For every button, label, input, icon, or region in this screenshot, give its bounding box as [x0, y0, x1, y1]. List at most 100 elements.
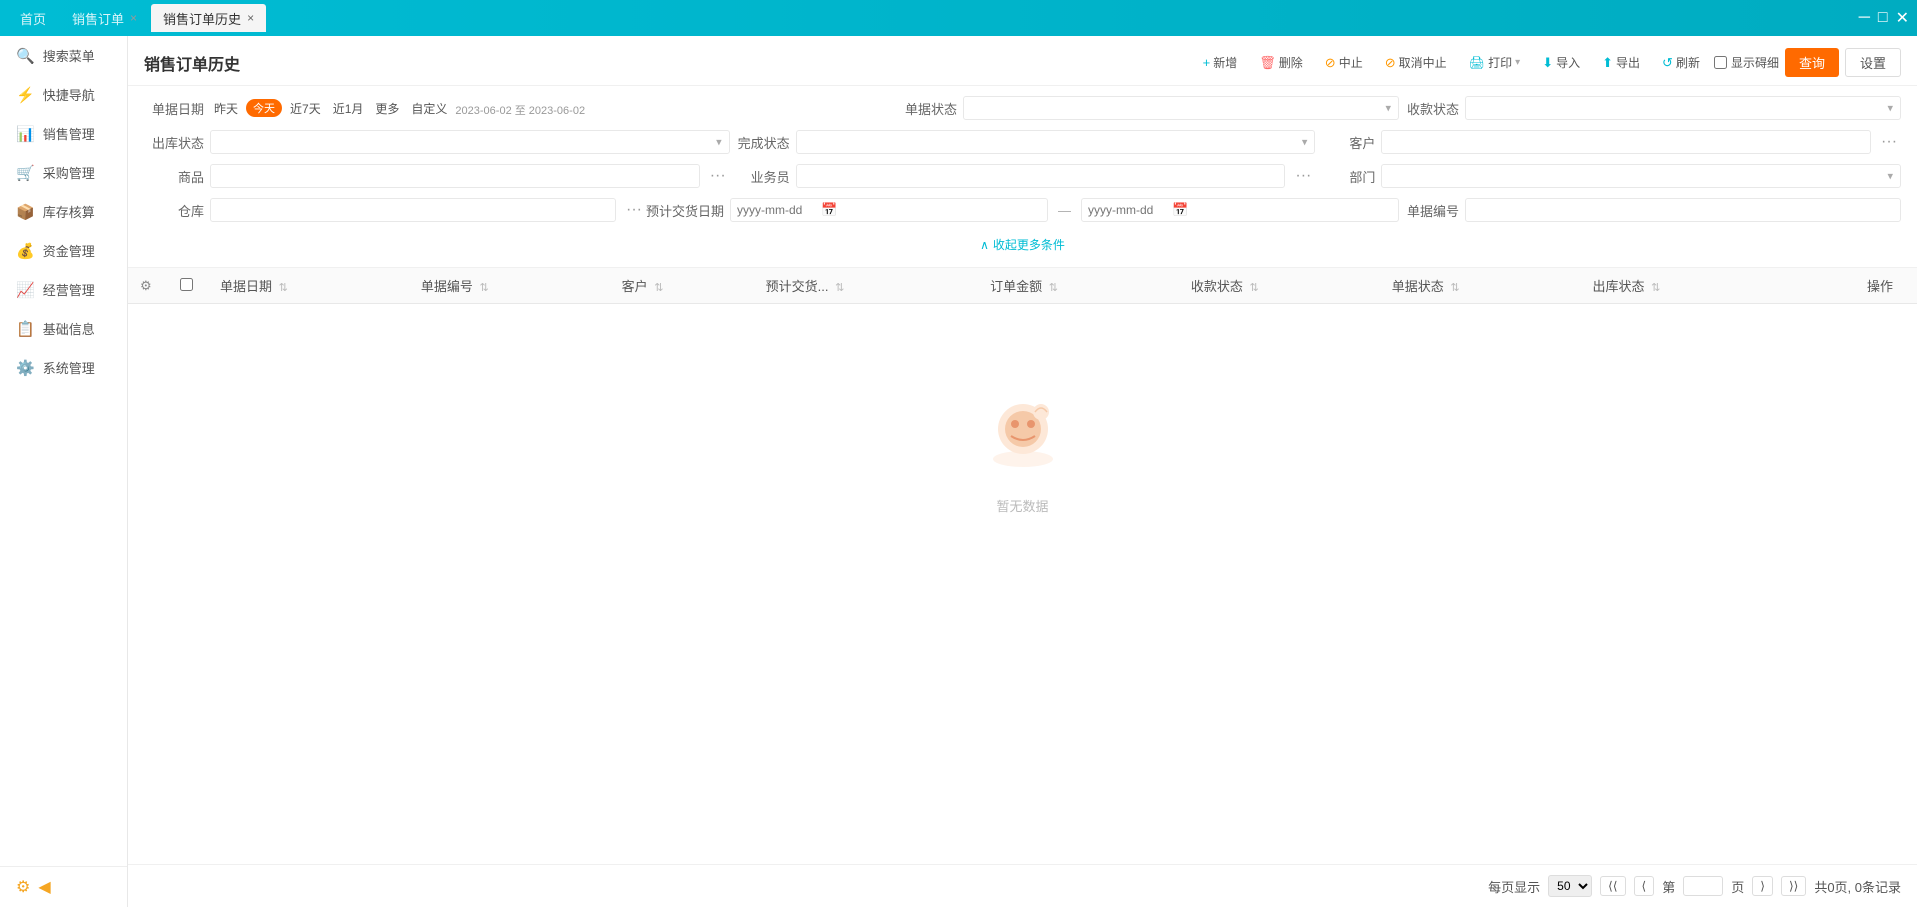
more-date-btn[interactable]: 更多	[371, 99, 403, 118]
display-columns-checkbox[interactable]	[1714, 56, 1727, 69]
tab-list: 首页 销售订单 × 销售订单历史 ×	[8, 4, 1859, 32]
page-label: 第	[1662, 877, 1675, 896]
sidebar-item-basic[interactable]: 📋 基础信息	[0, 309, 127, 348]
sidebar-item-sales[interactable]: 📊 销售管理	[0, 114, 127, 153]
table-area: ⚙ 单据日期 ⇅ 单据编号 ⇅	[128, 268, 1917, 864]
tab-sales-order-close[interactable]: ×	[130, 11, 137, 25]
goods-item: 商品 ···	[144, 164, 730, 188]
print-button[interactable]: 🖨 打印 ▾	[1461, 50, 1529, 75]
tab-sales-history[interactable]: 销售订单历史 ×	[151, 4, 266, 32]
tab-sales-history-close[interactable]: ×	[247, 11, 254, 25]
import-button[interactable]: ⬇ 导入	[1534, 50, 1588, 75]
delivery-date-label: 预计交货日期	[646, 201, 724, 220]
th-customer[interactable]: 客户 ⇅	[610, 268, 754, 304]
page-number-input[interactable]: 1	[1683, 876, 1723, 896]
sidebar-item-purchase-label: 采购管理	[43, 163, 95, 182]
calendar-end-icon[interactable]: 📅	[1172, 202, 1188, 218]
add-icon: +	[1203, 55, 1211, 70]
prev-page-button[interactable]: ⟨	[1634, 876, 1655, 896]
sidebar-item-search[interactable]: 🔍 搜索菜单	[0, 36, 127, 75]
goods-input[interactable]	[210, 164, 700, 188]
customer-input[interactable]	[1381, 130, 1871, 154]
1month-btn[interactable]: 近1月	[329, 99, 368, 118]
salesperson-input[interactable]	[796, 164, 1286, 188]
complete-label: 完成状态	[730, 133, 790, 152]
th-bill-number[interactable]: 单据编号 ⇅	[409, 268, 610, 304]
payment-status-select[interactable]	[1465, 96, 1901, 120]
th-bill-status[interactable]: 单据状态 ⇅	[1380, 268, 1581, 304]
goods-more-icon[interactable]: ···	[706, 168, 730, 184]
outbound-select[interactable]	[210, 130, 730, 154]
tab-home-label: 首页	[20, 9, 46, 28]
window-close-button[interactable]: ✕	[1896, 8, 1909, 28]
sort-delivery-icon: ⇅	[835, 282, 844, 294]
th-delivery[interactable]: 预计交货... ⇅	[754, 268, 978, 304]
delivery-date-start-input[interactable]	[737, 203, 817, 217]
sidebar-collapse-icon[interactable]: ◀	[38, 877, 50, 897]
sidebar-item-system[interactable]: ⚙️ 系统管理	[0, 348, 127, 387]
content-area: 销售订单历史 + 新增 🗑 删除 ⊘ 中止 ⊘ 取消中止	[128, 36, 1917, 907]
tab-sales-history-label: 销售订单历史	[163, 9, 241, 28]
select-all-checkbox[interactable]	[180, 278, 193, 291]
export-button[interactable]: ⬆ 导出	[1594, 50, 1648, 75]
stop-button[interactable]: ⊘ 中止	[1317, 50, 1371, 75]
sidebar-item-operations[interactable]: 📈 经营管理	[0, 270, 127, 309]
outbound-label: 出库状态	[144, 133, 204, 152]
department-select[interactable]	[1381, 164, 1901, 188]
print-label: 打印	[1488, 54, 1512, 71]
refresh-button[interactable]: ↺ 刷新	[1654, 50, 1708, 75]
export-label: 导出	[1616, 54, 1640, 71]
page-header: 销售订单历史 + 新增 🗑 删除 ⊘ 中止 ⊘ 取消中止	[128, 36, 1917, 86]
query-button[interactable]: 查询	[1785, 48, 1839, 77]
date-filter-item: 单据日期 昨天 今天 近7天 近1月 更多 自定义 2023-06-02 至 2…	[144, 99, 897, 118]
yesterday-btn[interactable]: 昨天	[210, 99, 242, 118]
print-arrow-icon: ▾	[1515, 57, 1520, 68]
last-page-button[interactable]: ⟩⟩	[1781, 876, 1806, 896]
th-outbound[interactable]: 出库状态 ⇅	[1581, 268, 1782, 304]
window-maximize-button[interactable]: □	[1878, 9, 1888, 27]
calendar-start-icon[interactable]: 📅	[821, 202, 837, 218]
date-filter-controls: 昨天 今天 近7天 近1月 更多 自定义 2023-06-02 至 2023-0…	[210, 99, 897, 118]
today-badge[interactable]: 今天	[246, 99, 282, 117]
sidebar-item-quicknav[interactable]: ⚡ 快捷导航	[0, 75, 127, 114]
delete-button[interactable]: 🗑 删除	[1251, 50, 1311, 75]
tab-sales-order[interactable]: 销售订单 ×	[60, 4, 149, 32]
table-settings-icon[interactable]: ⚙	[140, 278, 152, 293]
th-bill-date[interactable]: 单据日期 ⇅	[208, 268, 409, 304]
sort-amount-icon: ⇅	[1049, 282, 1058, 294]
display-columns-toggle[interactable]: 显示碍细	[1714, 54, 1779, 71]
sidebar-item-finance[interactable]: 💰 资金管理	[0, 231, 127, 270]
sidebar-item-purchase[interactable]: 🛒 采购管理	[0, 153, 127, 192]
next-page-button[interactable]: ⟩	[1752, 876, 1773, 896]
th-amount[interactable]: 订单金额 ⇅	[978, 268, 1179, 304]
customer-more-icon[interactable]: ···	[1877, 134, 1901, 150]
empty-text: 暂无数据	[996, 496, 1048, 515]
sidebar-item-basic-label: 基础信息	[43, 319, 95, 338]
cancel-stop-icon: ⊘	[1385, 55, 1396, 71]
system-icon: ⚙️	[16, 359, 35, 377]
tab-home[interactable]: 首页	[8, 4, 58, 32]
7days-btn[interactable]: 近7天	[286, 99, 325, 118]
bill-status-label: 单据状态	[897, 99, 957, 118]
sidebar-settings-icon[interactable]: ⚙	[16, 877, 30, 897]
salesperson-more-icon[interactable]: ···	[1291, 168, 1315, 184]
bill-status-select[interactable]	[963, 96, 1399, 120]
custom-date-btn[interactable]: 自定义	[407, 99, 451, 118]
cancel-stop-button[interactable]: ⊘ 取消中止	[1377, 50, 1455, 75]
setting-button[interactable]: 设置	[1845, 48, 1901, 77]
th-payment-status[interactable]: 收款状态 ⇅	[1179, 268, 1380, 304]
bill-number-input[interactable]	[1465, 198, 1901, 222]
complete-select[interactable]	[796, 130, 1316, 154]
delivery-date-end-input[interactable]	[1088, 203, 1168, 217]
warehouse-input[interactable]	[210, 198, 616, 222]
per-page-select[interactable]: 50	[1548, 875, 1592, 897]
warehouse-more-icon[interactable]: ···	[622, 202, 646, 218]
delete-label: 删除	[1279, 54, 1303, 71]
add-button[interactable]: + 新增	[1195, 50, 1246, 75]
more-conditions-toggle[interactable]: ∧ 收起更多条件	[144, 232, 1901, 257]
main-layout: 🔍 搜索菜单 ⚡ 快捷导航 📊 销售管理 🛒 采购管理 📦 库存核算 💰 资金管…	[0, 36, 1917, 907]
sidebar-item-inventory[interactable]: 📦 库存核算	[0, 192, 127, 231]
chevron-up-icon: ∧	[980, 238, 989, 252]
window-minimize-button[interactable]: ─	[1859, 9, 1870, 27]
first-page-button[interactable]: ⟨⟨	[1600, 876, 1625, 896]
